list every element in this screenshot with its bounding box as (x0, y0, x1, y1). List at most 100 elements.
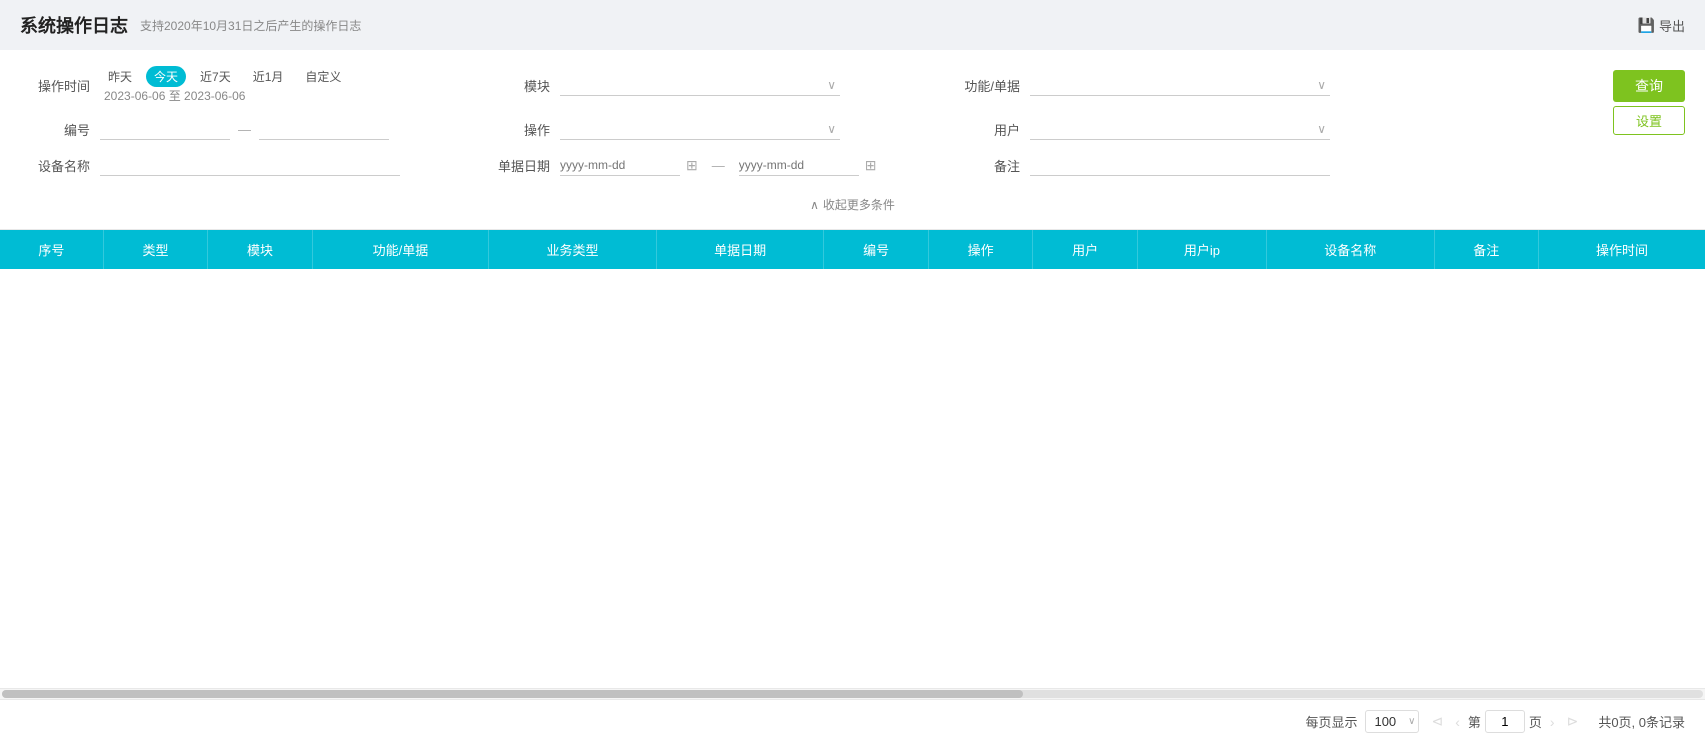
time-options: 昨天 今天 近7天 近1月 自定义 (100, 66, 349, 87)
col-user-ip: 用户ip (1137, 230, 1266, 269)
table-header-row: 序号 类型 模块 功能/单据 业务类型 单据日期 编号 操作 用户 用户ip 设… (0, 230, 1705, 269)
time-btn-1month[interactable]: 近1月 (245, 66, 292, 87)
operation-input[interactable] (560, 118, 840, 140)
time-btn-7days[interactable]: 近7天 (192, 66, 239, 87)
scrollbar-track[interactable] (2, 690, 1703, 698)
col-user: 用户 (1033, 230, 1137, 269)
calendar-from-icon[interactable]: ⊞ (686, 157, 698, 174)
device-label: 设备名称 (20, 156, 90, 175)
filter-main: 操作时间 昨天 今天 近7天 近1月 自定义 2023-06-06 至 2023… (20, 66, 1597, 190)
filter-row-2: 编号 — 操作 ∨ 用户 (20, 118, 1597, 140)
col-operate-time: 操作时间 (1539, 230, 1705, 269)
query-button[interactable]: 查询 (1613, 70, 1685, 102)
export-label: 导出 (1659, 16, 1685, 35)
page-nav: ⊲ ‹ 第 页 › ⊳ (1427, 710, 1582, 733)
col-index: 序号 (0, 230, 103, 269)
time-btn-yesterday[interactable]: 昨天 (100, 66, 140, 87)
export-button[interactable]: 💾 导出 (1638, 16, 1685, 35)
per-page-wrap: 100 50 200 (1365, 710, 1419, 733)
time-label: 操作时间 (20, 76, 90, 95)
first-page-button[interactable]: ⊲ (1427, 711, 1447, 732)
page-subtitle: 支持2020年10月31日之后产生的操作日志 (140, 17, 361, 34)
col-date: 单据日期 (656, 230, 824, 269)
filter-actions: 查询 设置 (1597, 66, 1685, 135)
user-select-wrap: ∨ (1030, 118, 1330, 140)
col-number: 编号 (824, 230, 928, 269)
number-input-from[interactable] (100, 118, 230, 140)
function-select-wrap: ∨ (1030, 74, 1330, 96)
operation-label: 操作 (480, 120, 550, 139)
function-input[interactable] (1030, 74, 1330, 96)
user-filter-col: 用户 ∨ (940, 118, 1597, 140)
page-label: 第 (1468, 712, 1481, 731)
total-text: 共0页, 0条记录 (1598, 712, 1685, 731)
module-select-wrap: ∨ (560, 74, 840, 96)
export-icon: 💾 (1638, 17, 1655, 34)
data-table: 序号 类型 模块 功能/单据 业务类型 单据日期 编号 操作 用户 用户ip 设… (0, 230, 1705, 269)
user-label: 用户 (940, 120, 1020, 139)
number-label: 编号 (20, 120, 90, 139)
page-title: 系统操作日志 (20, 12, 128, 38)
page-unit: 页 (1529, 712, 1542, 731)
date-input-wrap: ⊞ — ⊞ (560, 155, 876, 176)
page-title-area: 系统操作日志 支持2020年10月31日之后产生的操作日志 (20, 12, 361, 38)
table-header: 序号 类型 模块 功能/单据 业务类型 单据日期 编号 操作 用户 用户ip 设… (0, 230, 1705, 269)
device-filter-col: 设备名称 (20, 154, 480, 176)
calendar-to-icon[interactable]: ⊞ (865, 157, 877, 174)
empty-area (0, 269, 1705, 629)
filter-area: 操作时间 昨天 今天 近7天 近1月 自定义 2023-06-06 至 2023… (0, 50, 1705, 230)
time-filter-col: 操作时间 昨天 今天 近7天 近1月 自定义 2023-06-06 至 2023… (20, 66, 480, 104)
col-operation: 操作 (928, 230, 1032, 269)
col-function: 功能/单据 (312, 230, 488, 269)
date-to-input[interactable] (739, 155, 859, 176)
next-page-button[interactable]: › (1546, 712, 1559, 732)
user-input[interactable] (1030, 118, 1330, 140)
scrollbar-thumb[interactable] (2, 690, 1023, 698)
time-options-area: 昨天 今天 近7天 近1月 自定义 2023-06-06 至 2023-06-0… (100, 66, 349, 104)
operation-select-wrap: ∨ (560, 118, 840, 140)
scrollbar-area[interactable] (0, 688, 1705, 700)
function-label: 功能/单据 (940, 76, 1020, 95)
pagination-bar: 每页显示 100 50 200 ⊲ ‹ 第 页 › ⊳ 共0页, 0条记录 (0, 700, 1705, 743)
module-input[interactable] (560, 74, 840, 96)
filter-row-container: 操作时间 昨天 今天 近7天 近1月 自定义 2023-06-06 至 2023… (20, 66, 1685, 190)
number-input-to[interactable] (259, 118, 389, 140)
per-page-label: 每页显示 (1305, 712, 1357, 731)
time-range-text: 2023-06-06 至 2023-06-06 (104, 87, 349, 104)
number-dash: — (238, 122, 251, 137)
time-btn-today[interactable]: 今天 (146, 66, 186, 87)
date-label: 单据日期 (480, 156, 550, 175)
col-business-type: 业务类型 (489, 230, 657, 269)
prev-page-button[interactable]: ‹ (1451, 712, 1464, 732)
collapse-bar: ∧ 收起更多条件 (20, 190, 1685, 221)
remark-filter-col: 备注 (940, 154, 1597, 176)
collapse-up-icon: ∧ (810, 198, 819, 212)
remark-input[interactable] (1030, 154, 1330, 176)
page-input[interactable] (1485, 710, 1525, 733)
page-container: 系统操作日志 支持2020年10月31日之后产生的操作日志 💾 导出 操作时间 … (0, 0, 1705, 743)
col-type: 类型 (103, 230, 207, 269)
date-from-input[interactable] (560, 155, 680, 176)
operation-filter-col: 操作 ∨ (480, 118, 940, 140)
time-btn-custom[interactable]: 自定义 (297, 66, 349, 87)
function-filter-col: 功能/单据 ∨ (940, 74, 1597, 96)
per-page-select[interactable]: 100 50 200 (1365, 710, 1419, 733)
device-input[interactable] (100, 154, 400, 176)
module-filter-col: 模块 ∨ (480, 74, 940, 96)
last-page-button[interactable]: ⊳ (1563, 711, 1583, 732)
col-device: 设备名称 (1266, 230, 1434, 269)
col-module: 模块 (208, 230, 312, 269)
module-label: 模块 (480, 76, 550, 95)
collapse-button[interactable]: ∧ 收起更多条件 (810, 196, 895, 213)
date-filter-col: 单据日期 ⊞ — ⊞ (480, 155, 940, 176)
page-header: 系统操作日志 支持2020年10月31日之后产生的操作日志 💾 导出 (0, 0, 1705, 50)
settings-button[interactable]: 设置 (1613, 106, 1685, 135)
table-area: 序号 类型 模块 功能/单据 业务类型 单据日期 编号 操作 用户 用户ip 设… (0, 230, 1705, 688)
remark-label: 备注 (940, 156, 1020, 175)
col-remark: 备注 (1434, 230, 1538, 269)
filter-row-1: 操作时间 昨天 今天 近7天 近1月 自定义 2023-06-06 至 2023… (20, 66, 1597, 104)
date-dash: — (712, 158, 725, 173)
collapse-label: 收起更多条件 (823, 196, 895, 213)
filter-row-3: 设备名称 单据日期 ⊞ — ⊞ (20, 154, 1597, 176)
number-filter-col: 编号 — (20, 118, 480, 140)
